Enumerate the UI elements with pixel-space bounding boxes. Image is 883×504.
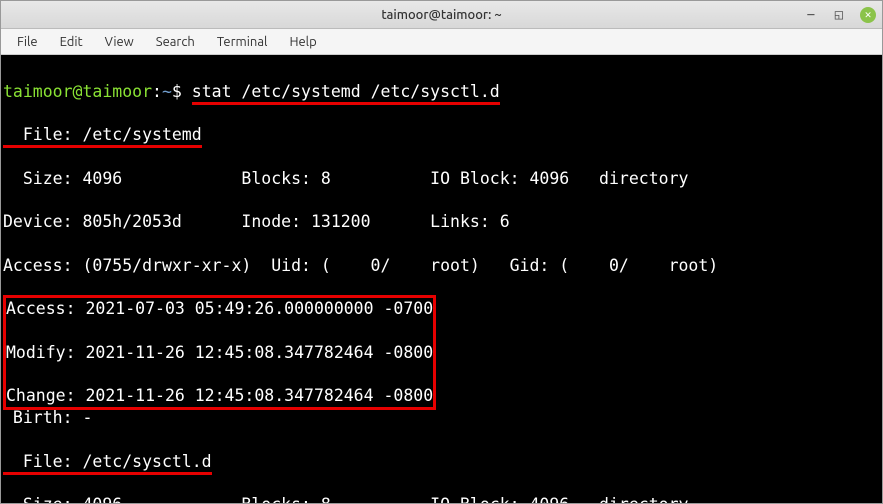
menubar: File Edit View Search Terminal Help: [1, 29, 882, 55]
terminal-window: taimoor@taimoor: ~ − ◱ ✕ File Edit View …: [0, 0, 883, 504]
out2-file-text: File: /etc/sysctl.d: [3, 452, 212, 475]
minimize-button[interactable]: −: [804, 8, 818, 22]
menu-file[interactable]: File: [7, 32, 48, 52]
out1-access: Access: 2021-07-03 05:49:26.000000000 -0…: [6, 298, 433, 320]
terminal-body[interactable]: taimoor@taimoor:~$ stat /etc/systemd /et…: [1, 55, 882, 503]
command-text: stat /etc/systemd /etc/sysctl.d: [192, 82, 500, 105]
prompt-line: taimoor@taimoor:~$ stat /etc/systemd /et…: [3, 81, 880, 103]
prompt-userhost: taimoor@taimoor: [3, 82, 152, 101]
out1-modify: Modify: 2021-11-26 12:45:08.347782464 -0…: [6, 342, 433, 364]
out1-perm: Access: (0755/drwxr-xr-x) Uid: ( 0/ root…: [3, 255, 880, 277]
out1-birth: Birth: -: [3, 407, 880, 429]
out1-file: File: /etc/systemd: [3, 124, 880, 146]
window-title: taimoor@taimoor: ~: [381, 8, 501, 22]
out1-device: Device: 805h/2053d Inode: 131200 Links: …: [3, 211, 880, 233]
prompt-path: ~: [162, 82, 172, 101]
menu-search[interactable]: Search: [146, 32, 205, 52]
prompt-sep: :: [152, 82, 162, 101]
prompt-sigil: $: [172, 82, 182, 101]
out1-timestamp-box: Access: 2021-07-03 05:49:26.000000000 -0…: [3, 295, 436, 410]
window-controls: − ◱ ✕: [804, 7, 876, 23]
titlebar: taimoor@taimoor: ~ − ◱ ✕: [1, 1, 882, 29]
out2-size: Size: 4096 Blocks: 8 IO Block: 4096 dire…: [3, 494, 880, 503]
out1-file-text: File: /etc/systemd: [3, 125, 202, 148]
menu-help[interactable]: Help: [279, 32, 326, 52]
out1-change: Change: 2021-11-26 12:45:08.347782464 -0…: [6, 385, 433, 407]
menu-edit[interactable]: Edit: [50, 32, 93, 52]
out1-size: Size: 4096 Blocks: 8 IO Block: 4096 dire…: [3, 168, 880, 190]
menu-terminal[interactable]: Terminal: [207, 32, 278, 52]
out2-file: File: /etc/sysctl.d: [3, 451, 880, 473]
close-button[interactable]: ✕: [860, 7, 876, 23]
maximize-button[interactable]: ◱: [832, 8, 846, 22]
menu-view[interactable]: View: [95, 32, 144, 52]
